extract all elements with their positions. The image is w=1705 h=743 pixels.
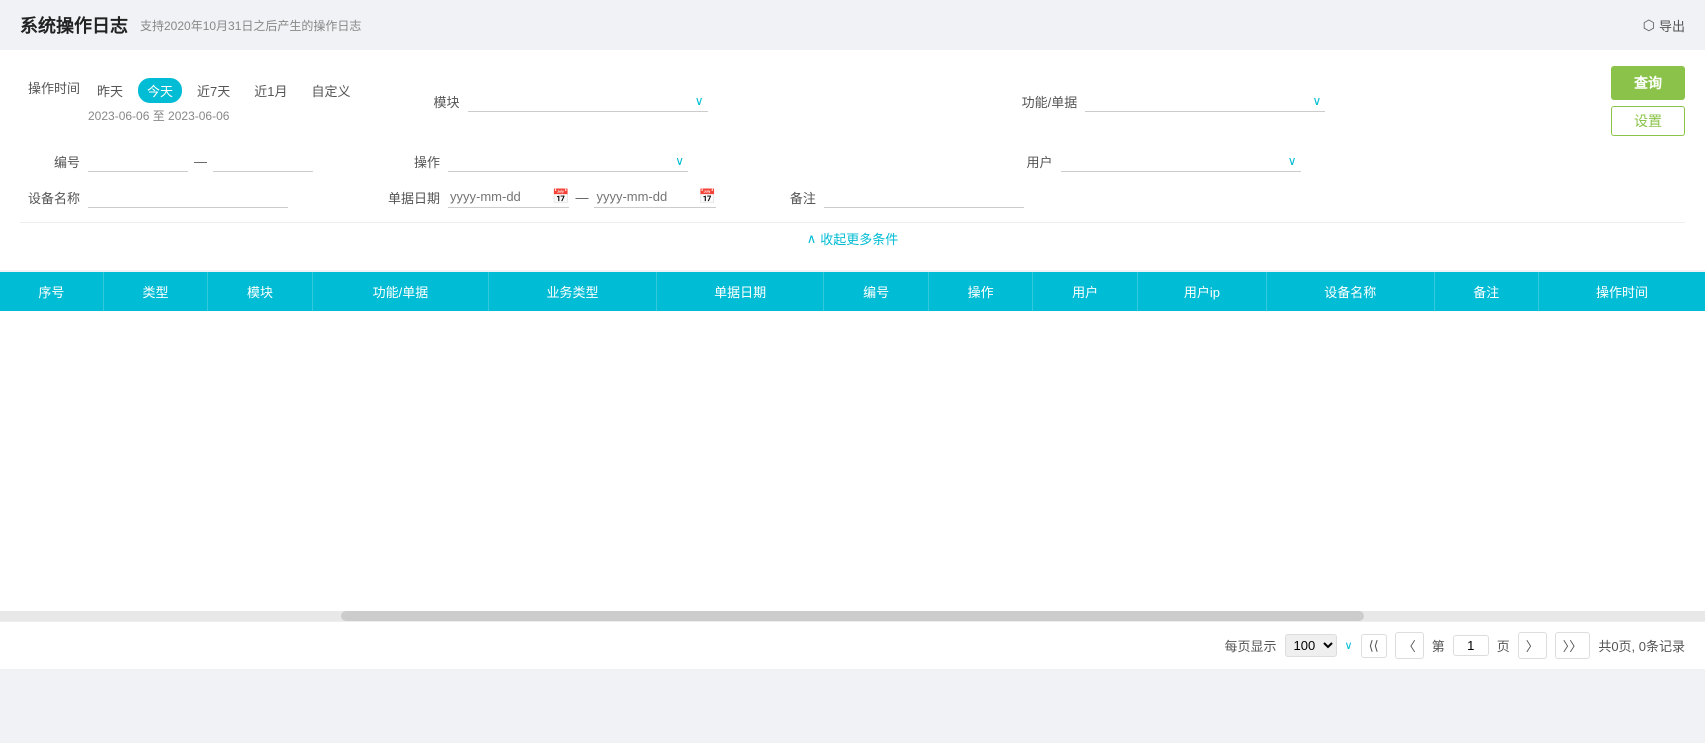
table-header-cell: 操作 <box>928 272 1032 311</box>
module-select[interactable] <box>468 90 708 111</box>
time-yesterday[interactable]: 昨天 <box>88 78 132 103</box>
number-dash: — <box>194 154 207 169</box>
table-header-cell: 序号 <box>0 272 103 311</box>
page-header: 系统操作日志 支持2020年10月31日之后产生的操作日志 ⬡ 导出 <box>0 0 1705 50</box>
table-header-cell: 类型 <box>103 272 207 311</box>
collapse-icon: ∧ <box>807 231 817 247</box>
operation-select[interactable] <box>448 150 688 171</box>
date-from-input[interactable] <box>448 186 548 207</box>
date-to-input[interactable] <box>594 186 694 207</box>
calendar-from-icon[interactable]: 📅 <box>552 188 569 205</box>
page-title: 系统操作日志 <box>20 12 128 38</box>
function-select[interactable] <box>1085 90 1325 111</box>
next-page-button[interactable]: 〉 <box>1518 632 1547 659</box>
filter-row-3: 设备名称 单据日期 📅 — 📅 备注 <box>20 186 1685 208</box>
prev-page-button[interactable]: 〈 <box>1395 632 1424 659</box>
number-label: 编号 <box>20 152 80 171</box>
user-label: 用户 <box>993 152 1053 171</box>
export-button[interactable]: ⬡ 导出 <box>1643 16 1685 35</box>
scrollbar-thumb[interactable] <box>341 611 1364 621</box>
page-size-chevron: ∨ <box>1345 639 1353 652</box>
last-page-button[interactable]: 〉〉 <box>1555 632 1591 659</box>
remark-label: 备注 <box>756 188 816 207</box>
remark-input[interactable] <box>824 186 1024 208</box>
time-7days[interactable]: 近7天 <box>188 78 239 103</box>
number-from-input[interactable] <box>88 150 188 172</box>
table-header-cell: 编号 <box>824 272 928 311</box>
first-page-button[interactable]: ⟨⟨ <box>1361 634 1387 658</box>
page-suffix: 页 <box>1497 636 1510 655</box>
header-row: 序号类型模块功能/单据业务类型单据日期编号操作用户用户ip设备名称备注操作时间 <box>0 272 1705 311</box>
table-header-cell: 单据日期 <box>656 272 824 311</box>
action-buttons: 查询 设置 <box>1611 66 1685 136</box>
user-select-wrapper: ∨ <box>1061 150 1301 172</box>
table-header-cell: 模块 <box>208 272 312 311</box>
filter-row-2: 编号 — 操作 ∨ 用户 <box>20 150 1685 172</box>
export-label: 导出 <box>1659 16 1685 35</box>
device-input[interactable] <box>88 186 288 208</box>
date-dash: — <box>575 190 588 205</box>
table-header-cell: 设备名称 <box>1266 272 1434 311</box>
time-label: 操作时间 <box>20 78 80 97</box>
query-button[interactable]: 查询 <box>1611 66 1685 100</box>
module-label: 模块 <box>400 92 460 111</box>
time-custom[interactable]: 自定义 <box>303 78 360 103</box>
page-size-select[interactable]: 102050100200 <box>1285 634 1337 657</box>
table-header-cell: 功能/单据 <box>312 272 488 311</box>
time-filters: 昨天 今天 近7天 近1月 自定义 <box>88 78 360 103</box>
page-subtitle: 支持2020年10月31日之后产生的操作日志 <box>140 17 361 34</box>
operation-label: 操作 <box>380 152 440 171</box>
time-today[interactable]: 今天 <box>138 78 182 103</box>
collapse-bar[interactable]: ∧ 收起更多条件 <box>20 222 1685 254</box>
table-header-cell: 用户ip <box>1137 272 1266 311</box>
filter-row-1: 操作时间 昨天 今天 近7天 近1月 自定义 2023-06-06 至 2023… <box>20 66 1685 136</box>
table-header-cell: 用户 <box>1033 272 1137 311</box>
data-table: 序号类型模块功能/单据业务类型单据日期编号操作用户用户ip设备名称备注操作时间 <box>0 272 1705 311</box>
page-size-label: 每页显示 <box>1225 636 1277 655</box>
date-to-wrapper: 📅 <box>594 186 715 208</box>
page-label: 第 <box>1432 636 1445 655</box>
export-icon: ⬡ <box>1643 17 1655 34</box>
table-header-cell: 备注 <box>1434 272 1538 311</box>
pagination-bar: 每页显示 102050100200 ∨ ⟨⟨ 〈 第 页 〉 〉〉 共0页, 0… <box>0 621 1705 669</box>
filter-section: 操作时间 昨天 今天 近7天 近1月 自定义 2023-06-06 至 2023… <box>0 50 1705 270</box>
time-range-display: 2023-06-06 至 2023-06-06 <box>88 107 360 124</box>
module-select-wrapper: ∨ <box>468 90 708 112</box>
table-header: 序号类型模块功能/单据业务类型单据日期编号操作用户用户ip设备名称备注操作时间 <box>0 272 1705 311</box>
number-to-input[interactable] <box>213 150 313 172</box>
date-label: 单据日期 <box>380 188 440 207</box>
empty-area <box>0 311 1705 611</box>
table-section: 序号类型模块功能/单据业务类型单据日期编号操作用户用户ip设备名称备注操作时间 <box>0 272 1705 611</box>
collapse-label: 收起更多条件 <box>820 229 898 248</box>
page-number-input[interactable] <box>1453 635 1489 656</box>
date-from-wrapper: 📅 <box>448 186 569 208</box>
device-label: 设备名称 <box>20 188 80 207</box>
total-info: 共0页, 0条记录 <box>1598 636 1685 655</box>
user-select[interactable] <box>1061 150 1301 171</box>
setting-button[interactable]: 设置 <box>1611 106 1685 136</box>
horizontal-scrollbar[interactable] <box>0 611 1705 621</box>
function-label: 功能/单据 <box>1017 92 1077 111</box>
table-header-cell: 操作时间 <box>1539 272 1705 311</box>
time-1month[interactable]: 近1月 <box>245 78 296 103</box>
operation-select-wrapper: ∨ <box>448 150 688 172</box>
function-select-wrapper: ∨ <box>1085 90 1325 112</box>
calendar-to-icon[interactable]: 📅 <box>698 188 715 205</box>
table-header-cell: 业务类型 <box>489 272 657 311</box>
